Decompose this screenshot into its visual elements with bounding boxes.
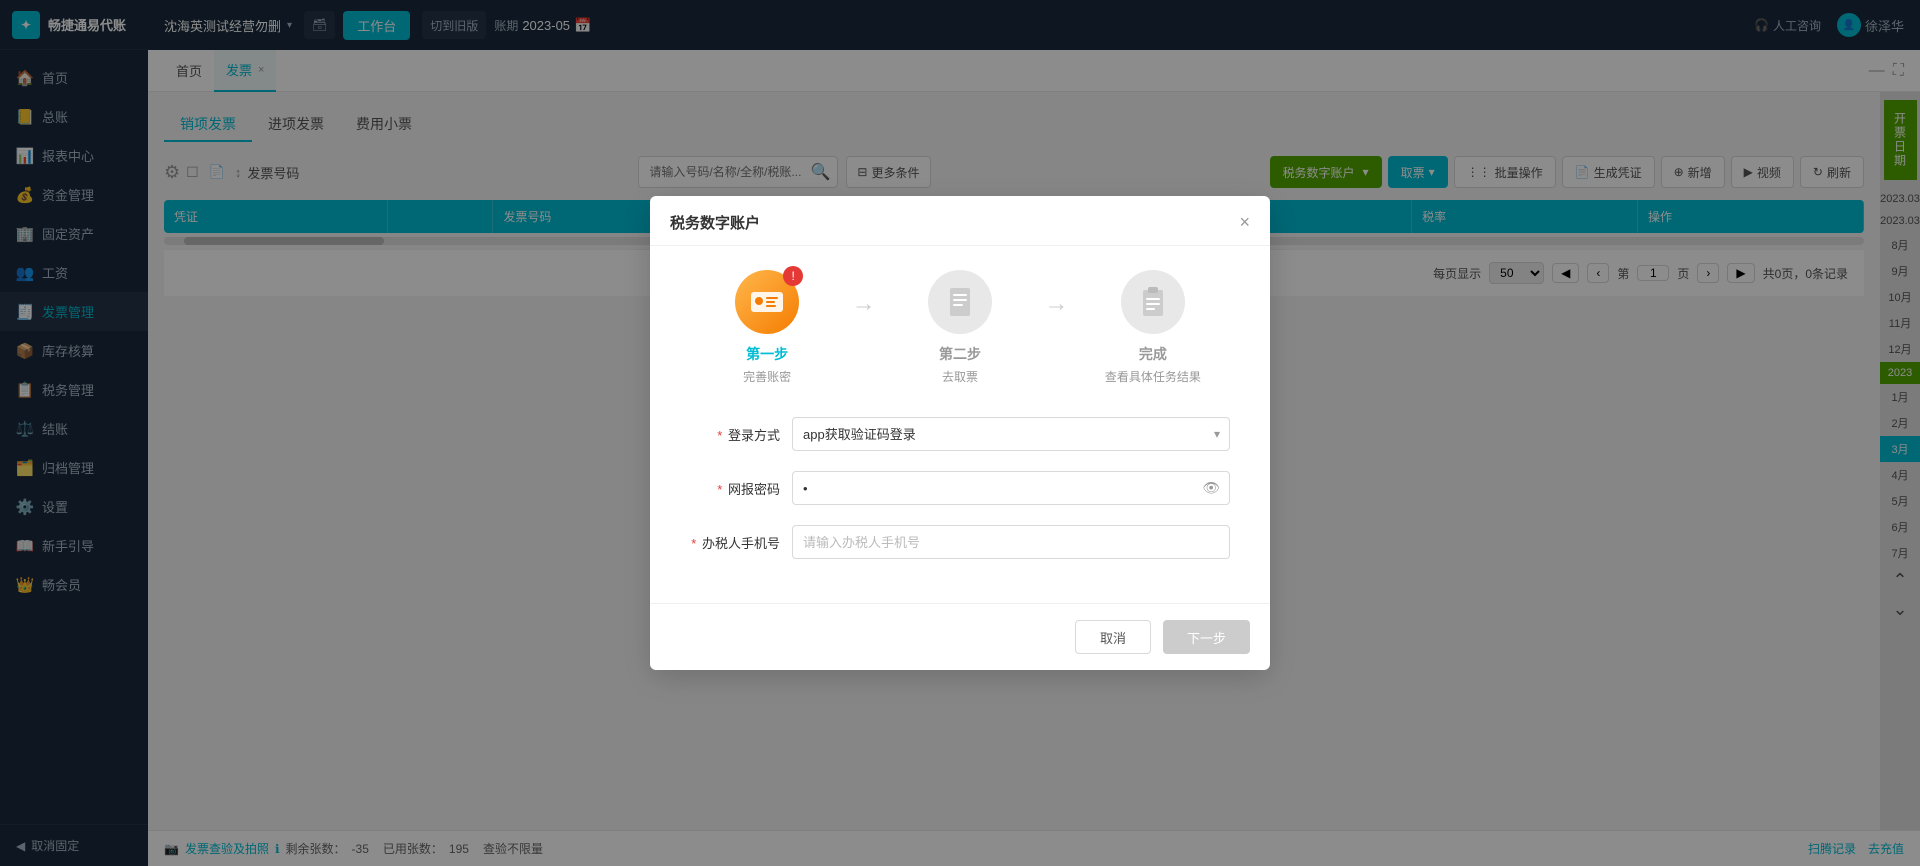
phone-control	[792, 525, 1230, 559]
dialog: 税务数字账户 ×	[650, 196, 1270, 670]
step-arrow-2: →	[1037, 270, 1076, 318]
step-3-sub: 查看具体任务结果	[1105, 368, 1201, 385]
clipboard-icon	[1135, 284, 1171, 320]
login-method-row: * 登录方式 app获取验证码登录 ▾	[690, 417, 1230, 451]
phone-row: * 办税人手机号	[690, 525, 1230, 559]
step-2-label: 第二步	[939, 344, 981, 364]
phone-input[interactable]	[792, 525, 1230, 559]
step-2: 第二步 去取票	[883, 270, 1037, 385]
document-icon	[942, 284, 978, 320]
password-label: * 网报密码	[690, 479, 780, 498]
step-3: 完成 查看具体任务结果	[1076, 270, 1230, 385]
next-btn[interactable]: 下一步	[1163, 620, 1250, 654]
step-3-icon-wrap	[1121, 270, 1185, 334]
step-1-sub: 完善账密	[743, 368, 791, 385]
password-control: 👁	[792, 471, 1230, 505]
phone-required: *	[691, 536, 696, 551]
id-card-icon	[749, 288, 785, 316]
modal-overlay[interactable]: 税务数字账户 ×	[0, 0, 1920, 866]
step-1-label: 第一步	[746, 344, 788, 364]
password-row: * 网报密码 👁	[690, 471, 1230, 505]
password-required: *	[717, 482, 722, 497]
cancel-btn[interactable]: 取消	[1075, 620, 1151, 654]
login-method-label: * 登录方式	[690, 425, 780, 444]
password-input[interactable]	[792, 471, 1230, 505]
dialog-footer: 取消 下一步	[650, 603, 1270, 670]
step-3-label: 完成	[1139, 344, 1167, 364]
steps-container: ! 第一步 完善账密 →	[690, 270, 1230, 385]
login-method-required: *	[717, 428, 722, 443]
dialog-body: ! 第一步 完善账密 →	[650, 246, 1270, 603]
step-2-icon-wrap	[928, 270, 992, 334]
step-2-circle	[928, 270, 992, 334]
step-2-sub: 去取票	[942, 368, 978, 385]
step-arrow-1: →	[844, 270, 883, 318]
dialog-close-btn[interactable]: ×	[1239, 212, 1250, 233]
login-method-control: app获取验证码登录 ▾	[792, 417, 1230, 451]
step-1: ! 第一步 完善账密	[690, 270, 844, 385]
step-1-icon-wrap: !	[735, 270, 799, 334]
dialog-title: 税务数字账户	[670, 212, 760, 233]
step-1-badge: !	[783, 266, 803, 286]
phone-label: * 办税人手机号	[690, 533, 780, 552]
dialog-header: 税务数字账户 ×	[650, 196, 1270, 246]
step-3-circle	[1121, 270, 1185, 334]
password-toggle-icon[interactable]: 👁	[1202, 480, 1220, 497]
login-method-select[interactable]: app获取验证码登录	[792, 417, 1230, 451]
